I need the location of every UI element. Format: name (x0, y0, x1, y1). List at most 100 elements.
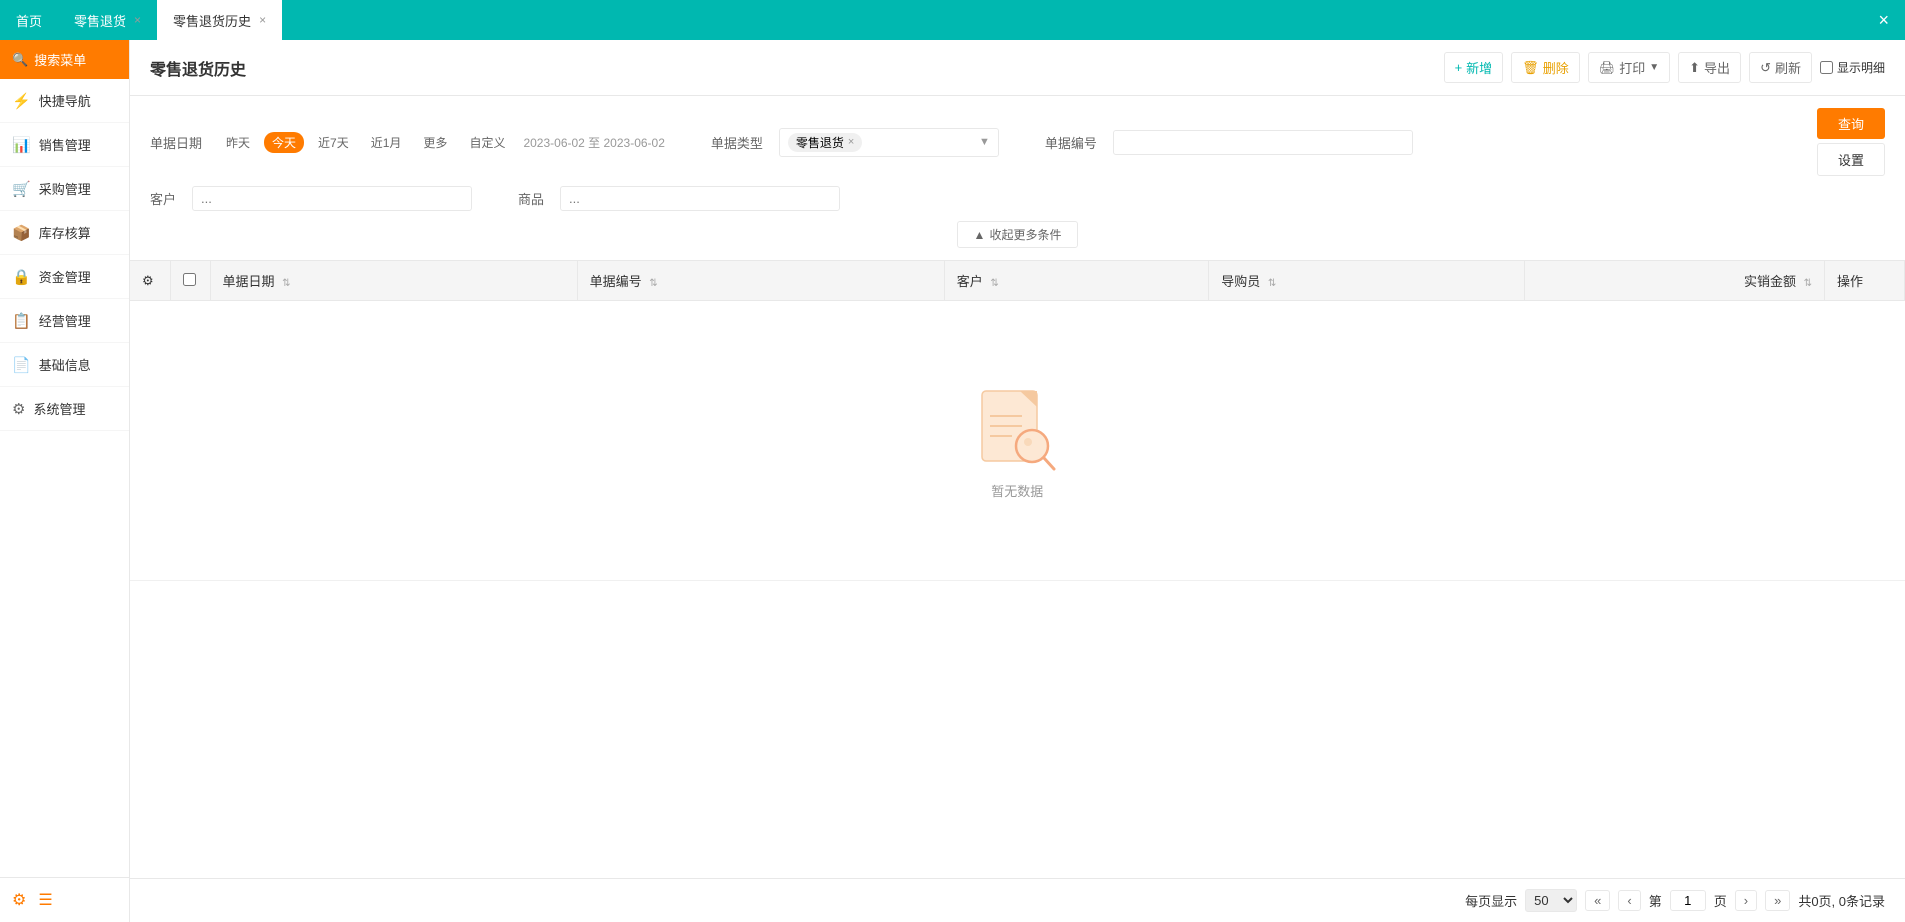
sidebar-item-sales-mgmt-label: 销售管理 (39, 135, 91, 154)
collapse-button[interactable]: ▲ 收起更多条件 (957, 221, 1079, 248)
sidebar-item-capital-mgmt[interactable]: 🔒 资金管理 (0, 255, 129, 299)
print-icon: 🖨 (1599, 60, 1616, 76)
number-input[interactable] (1113, 130, 1413, 155)
export-icon: ⬆ (1689, 60, 1700, 76)
number-label: 单据编号 (1045, 133, 1097, 152)
tab-retail-return-close[interactable]: × (134, 13, 141, 27)
sidebar-item-inventory-check[interactable]: 📦 库存核算 (0, 211, 129, 255)
pagination-summary: 共0页, 0条记录 (1798, 891, 1885, 910)
customer-input[interactable] (192, 186, 472, 211)
tab-retail-return-label: 零售退货 (74, 11, 126, 30)
add-icon: + (1455, 60, 1463, 75)
add-button[interactable]: + 新增 (1444, 52, 1504, 83)
th-guide-label: 导购员 (1221, 274, 1260, 289)
sidebar-search-label: 搜索菜单 (34, 50, 86, 69)
sidebar-item-purchase-mgmt[interactable]: 🛒 采购管理 (0, 167, 129, 211)
refresh-icon: ↺ (1760, 60, 1771, 76)
collapse-row: ▲ 收起更多条件 (150, 221, 1885, 248)
type-tag-value: 零售退货 (796, 134, 844, 151)
type-label: 单据类型 (711, 133, 763, 152)
select-all-checkbox[interactable] (183, 273, 196, 286)
sidebar-item-sales-mgmt[interactable]: 📊 销售管理 (0, 123, 129, 167)
tab-home-label: 首页 (16, 11, 42, 30)
last-page-button[interactable]: » (1765, 890, 1790, 911)
prev-page-button[interactable]: ‹ (1618, 890, 1640, 911)
th-settings: ⚙ (130, 261, 170, 301)
table-header-row: ⚙ 单据日期 ⇅ 单据编号 ⇅ (130, 261, 1905, 301)
type-select[interactable]: 零售退货 × ▼ (779, 128, 999, 157)
next-page-button[interactable]: › (1735, 890, 1757, 911)
page-label: 第 (1649, 891, 1662, 910)
sidebar-item-capital-mgmt-label: 资金管理 (39, 267, 91, 286)
sidebar-item-basic-info[interactable]: 📄 基础信息 (0, 343, 129, 387)
sidebar-item-purchase-mgmt-label: 采购管理 (39, 179, 91, 198)
settings-icon[interactable]: ⚙ (142, 273, 154, 288)
sidebar-item-system-mgmt[interactable]: ⚙ 系统管理 (0, 387, 129, 431)
delete-button[interactable]: 🗑 删除 (1511, 52, 1580, 83)
sidebar-item-biz-mgmt[interactable]: 📋 经营管理 (0, 299, 129, 343)
page-title: 零售退货历史 (150, 56, 246, 80)
table-container: ⚙ 单据日期 ⇅ 单据编号 ⇅ (130, 261, 1905, 878)
th-date[interactable]: 单据日期 ⇅ (210, 261, 577, 301)
customer-label: 客户 (150, 189, 176, 208)
sidebar-item-quick-nav-label: 快捷导航 (39, 91, 91, 110)
inventory-check-icon: 📦 (12, 224, 31, 242)
refresh-button[interactable]: ↺ 刷新 (1749, 52, 1812, 83)
filter-area: 单据日期 昨天 今天 近7天 近1月 更多 自定义 2023-06-02 至 2… (130, 96, 1905, 261)
date-option-today[interactable]: 今天 (264, 132, 304, 153)
data-table: ⚙ 单据日期 ⇅ 单据编号 ⇅ (130, 261, 1905, 581)
date-options: 昨天 今天 近7天 近1月 更多 自定义 2023-06-02 至 2023-0… (218, 132, 665, 153)
set-button[interactable]: 设置 (1817, 143, 1885, 176)
purchase-mgmt-icon: 🛒 (12, 180, 31, 198)
export-button[interactable]: ⬆ 导出 (1678, 52, 1741, 83)
customer-sort-icon: ⇅ (990, 278, 998, 289)
empty-state: 暂无数据 (130, 301, 1905, 580)
print-button[interactable]: 🖨 打印 ▼ (1588, 52, 1670, 83)
menu-icon[interactable]: ☰ (38, 890, 52, 910)
type-tag-close[interactable]: × (848, 136, 854, 148)
tab-retail-return-history[interactable]: 零售退货历史 × (157, 0, 282, 40)
sidebar-search[interactable]: 🔍 搜索菜单 (0, 40, 129, 79)
type-tag: 零售退货 × (788, 133, 862, 152)
per-page-select[interactable]: 50 10 20 100 (1525, 889, 1577, 912)
tab-retail-return[interactable]: 零售退货 × (58, 0, 157, 40)
query-button[interactable]: 查询 (1817, 108, 1885, 139)
date-option-7days[interactable]: 近7天 (310, 132, 357, 153)
guide-sort-icon: ⇅ (1268, 278, 1276, 289)
delete-icon: 🗑 (1522, 60, 1539, 76)
date-option-1month[interactable]: 近1月 (363, 132, 410, 153)
th-checkbox (170, 261, 210, 301)
empty-text: 暂无数据 (991, 481, 1043, 500)
show-detail-checkbox[interactable] (1820, 61, 1833, 74)
settings-icon[interactable]: ⚙ (12, 890, 26, 910)
filter-row-2: 客户 商品 (150, 186, 1885, 211)
type-select-arrow: ▼ (979, 136, 990, 148)
th-amount[interactable]: 实销金额 ⇅ (1525, 261, 1825, 301)
window-close-button[interactable]: × (1862, 10, 1905, 31)
date-sort-icon: ⇅ (282, 278, 290, 289)
quick-nav-icon: ⚡ (12, 92, 31, 110)
th-customer[interactable]: 客户 ⇅ (944, 261, 1209, 301)
th-guide[interactable]: 导购员 ⇅ (1209, 261, 1525, 301)
page-header: 零售退货历史 + 新增 🗑 删除 🖨 打印 ▼ ⬆ 导出 (130, 40, 1905, 96)
tab-retail-return-history-close[interactable]: × (259, 13, 266, 27)
number-sort-icon: ⇅ (649, 278, 657, 289)
goods-input[interactable] (560, 186, 840, 211)
tab-home[interactable]: 首页 (0, 0, 58, 40)
page-input[interactable] (1670, 890, 1706, 911)
date-option-yesterday[interactable]: 昨天 (218, 132, 258, 153)
date-option-more[interactable]: 更多 (415, 132, 455, 153)
print-arrow-icon: ▼ (1649, 62, 1659, 73)
collapse-label: 收起更多条件 (989, 226, 1061, 243)
date-option-custom[interactable]: 自定义 (461, 132, 513, 153)
first-page-button[interactable]: « (1585, 890, 1610, 911)
main-layout: 🔍 搜索菜单 ⚡ 快捷导航 📊 销售管理 🛒 采购管理 📦 库存核算 🔒 资金管… (0, 40, 1905, 922)
th-number[interactable]: 单据编号 ⇅ (577, 261, 944, 301)
top-bar: 首页 零售退货 × 零售退货历史 × × (0, 0, 1905, 40)
th-action-label: 操作 (1837, 274, 1863, 289)
amount-sort-icon: ⇅ (1804, 278, 1812, 289)
sidebar-item-quick-nav[interactable]: ⚡ 快捷导航 (0, 79, 129, 123)
tab-list: 首页 零售退货 × 零售退货历史 × (0, 0, 1862, 40)
add-label: 新增 (1466, 58, 1492, 77)
show-detail-label[interactable]: 显示明细 (1820, 59, 1885, 76)
